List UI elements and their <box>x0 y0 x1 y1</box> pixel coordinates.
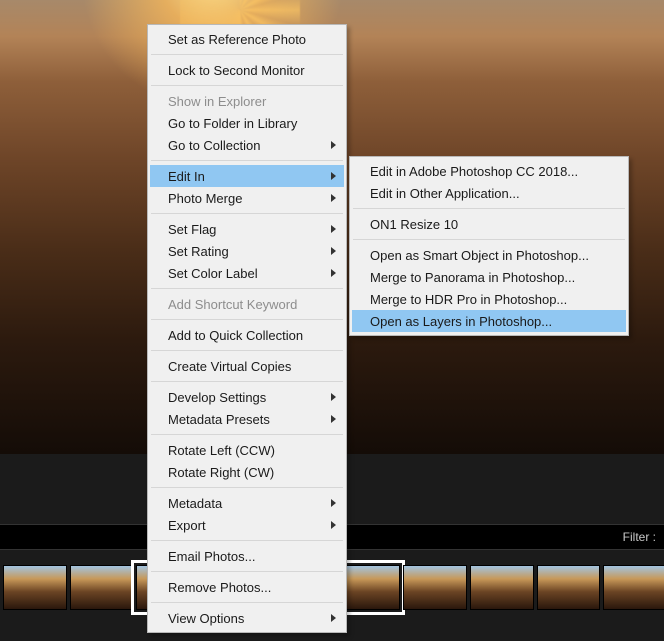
menu-item-go-to-folder-in-library[interactable]: Go to Folder in Library <box>150 112 344 134</box>
menu-separator <box>151 319 343 320</box>
menu-item-open-as-layers-in-photoshop[interactable]: Open as Layers in Photoshop... <box>352 310 626 332</box>
menu-item-label: Edit in Adobe Photoshop CC 2018... <box>370 164 578 179</box>
menu-item-photo-merge[interactable]: Photo Merge <box>150 187 344 209</box>
menu-item-label: Email Photos... <box>168 549 255 564</box>
menu-separator <box>151 54 343 55</box>
menu-item-open-as-smart-object-in-photoshop[interactable]: Open as Smart Object in Photoshop... <box>352 244 626 266</box>
menu-item-label: Metadata <box>168 496 222 511</box>
menu-item-create-virtual-copies[interactable]: Create Virtual Copies <box>150 355 344 377</box>
menu-item-label: Edit in Other Application... <box>370 186 520 201</box>
menu-item-develop-settings[interactable]: Develop Settings <box>150 386 344 408</box>
menu-item-email-photos[interactable]: Email Photos... <box>150 545 344 567</box>
menu-separator <box>151 487 343 488</box>
filmstrip-thumbnail[interactable] <box>403 565 467 610</box>
menu-item-label: Open as Layers in Photoshop... <box>370 314 552 329</box>
menu-item-label: Create Virtual Copies <box>168 359 291 374</box>
chevron-right-icon <box>331 415 336 423</box>
menu-item-label: Lock to Second Monitor <box>168 63 305 78</box>
menu-item-go-to-collection[interactable]: Go to Collection <box>150 134 344 156</box>
menu-item-edit-in-other-application[interactable]: Edit in Other Application... <box>352 182 626 204</box>
chevron-right-icon <box>331 614 336 622</box>
menu-item-label: Show in Explorer <box>168 94 266 109</box>
menu-item-label: Merge to HDR Pro in Photoshop... <box>370 292 567 307</box>
context-menu[interactable]: Set as Reference Photo Lock to Second Mon… <box>147 24 347 633</box>
menu-item-edit-in[interactable]: Edit In <box>150 165 344 187</box>
chevron-right-icon <box>331 393 336 401</box>
menu-item-label: Rotate Left (CCW) <box>168 443 275 458</box>
menu-item-show-in-explorer: Show in Explorer <box>150 90 344 112</box>
edit-in-submenu[interactable]: Edit in Adobe Photoshop CC 2018... Edit i… <box>349 156 629 336</box>
menu-item-export[interactable]: Export <box>150 514 344 536</box>
chevron-right-icon <box>331 141 336 149</box>
menu-item-label: Merge to Panorama in Photoshop... <box>370 270 575 285</box>
menu-item-label: Set as Reference Photo <box>168 32 306 47</box>
menu-item-add-to-quick-collection[interactable]: Add to Quick Collection <box>150 324 344 346</box>
menu-item-merge-to-hdr-pro-in-photoshop[interactable]: Merge to HDR Pro in Photoshop... <box>352 288 626 310</box>
menu-item-label: Go to Collection <box>168 138 261 153</box>
menu-item-label: View Options <box>168 611 244 626</box>
chevron-right-icon <box>331 194 336 202</box>
filmstrip-thumbnail[interactable] <box>3 565 67 610</box>
filmstrip-thumbnail[interactable] <box>537 565 601 610</box>
chevron-right-icon <box>331 269 336 277</box>
menu-item-rotate-right-cw[interactable]: Rotate Right (CW) <box>150 461 344 483</box>
chevron-right-icon <box>331 247 336 255</box>
menu-separator <box>151 350 343 351</box>
thumbnail-image <box>604 566 664 609</box>
filter-label: Filter : <box>623 530 656 544</box>
menu-separator <box>151 288 343 289</box>
menu-item-set-rating[interactable]: Set Rating <box>150 240 344 262</box>
menu-separator <box>353 239 625 240</box>
thumbnail-image <box>404 566 466 609</box>
menu-item-label: Open as Smart Object in Photoshop... <box>370 248 589 263</box>
menu-item-rotate-left-ccw[interactable]: Rotate Left (CCW) <box>150 439 344 461</box>
menu-separator <box>151 381 343 382</box>
menu-separator <box>151 85 343 86</box>
menu-item-view-options[interactable]: View Options <box>150 607 344 629</box>
filmstrip-thumbnail[interactable] <box>470 565 534 610</box>
menu-separator <box>151 571 343 572</box>
menu-separator <box>353 208 625 209</box>
menu-item-set-color-label[interactable]: Set Color Label <box>150 262 344 284</box>
menu-item-label: Set Rating <box>168 244 229 259</box>
menu-item-label: Add Shortcut Keyword <box>168 297 297 312</box>
menu-item-label: Set Color Label <box>168 266 258 281</box>
menu-item-label: Remove Photos... <box>168 580 271 595</box>
chevron-right-icon <box>331 499 336 507</box>
menu-item-label: Export <box>168 518 206 533</box>
menu-item-merge-to-panorama-in-photoshop[interactable]: Merge to Panorama in Photoshop... <box>352 266 626 288</box>
menu-item-label: Edit In <box>168 169 205 184</box>
menu-item-metadata-presets[interactable]: Metadata Presets <box>150 408 344 430</box>
menu-item-remove-photos[interactable]: Remove Photos... <box>150 576 344 598</box>
menu-item-label: Set Flag <box>168 222 216 237</box>
menu-item-on1-resize-10[interactable]: ON1 Resize 10 <box>352 213 626 235</box>
chevron-right-icon <box>331 225 336 233</box>
menu-item-lock-to-second-monitor[interactable]: Lock to Second Monitor <box>150 59 344 81</box>
menu-separator <box>151 434 343 435</box>
thumbnail-image <box>538 566 600 609</box>
menu-item-label: Add to Quick Collection <box>168 328 303 343</box>
chevron-right-icon <box>331 172 336 180</box>
filmstrip-thumbnail[interactable] <box>603 565 664 610</box>
thumbnail-image <box>471 566 533 609</box>
menu-separator <box>151 602 343 603</box>
menu-item-label: Develop Settings <box>168 390 266 405</box>
menu-separator <box>151 213 343 214</box>
menu-item-set-flag[interactable]: Set Flag <box>150 218 344 240</box>
menu-item-add-shortcut-keyword: Add Shortcut Keyword <box>150 293 344 315</box>
menu-item-label: ON1 Resize 10 <box>370 217 458 232</box>
filmstrip-thumbnail[interactable] <box>70 565 134 610</box>
menu-item-metadata[interactable]: Metadata <box>150 492 344 514</box>
thumbnail-image <box>71 566 133 609</box>
menu-item-label: Metadata Presets <box>168 412 270 427</box>
menu-item-label: Rotate Right (CW) <box>168 465 274 480</box>
menu-item-label: Go to Folder in Library <box>168 116 297 131</box>
menu-separator <box>151 160 343 161</box>
menu-separator <box>151 540 343 541</box>
menu-item-set-as-reference-photo[interactable]: Set as Reference Photo <box>150 28 344 50</box>
menu-item-label: Photo Merge <box>168 191 242 206</box>
thumbnail-image <box>4 566 66 609</box>
menu-item-edit-in-adobe-photoshop-cc-2018[interactable]: Edit in Adobe Photoshop CC 2018... <box>352 160 626 182</box>
chevron-right-icon <box>331 521 336 529</box>
